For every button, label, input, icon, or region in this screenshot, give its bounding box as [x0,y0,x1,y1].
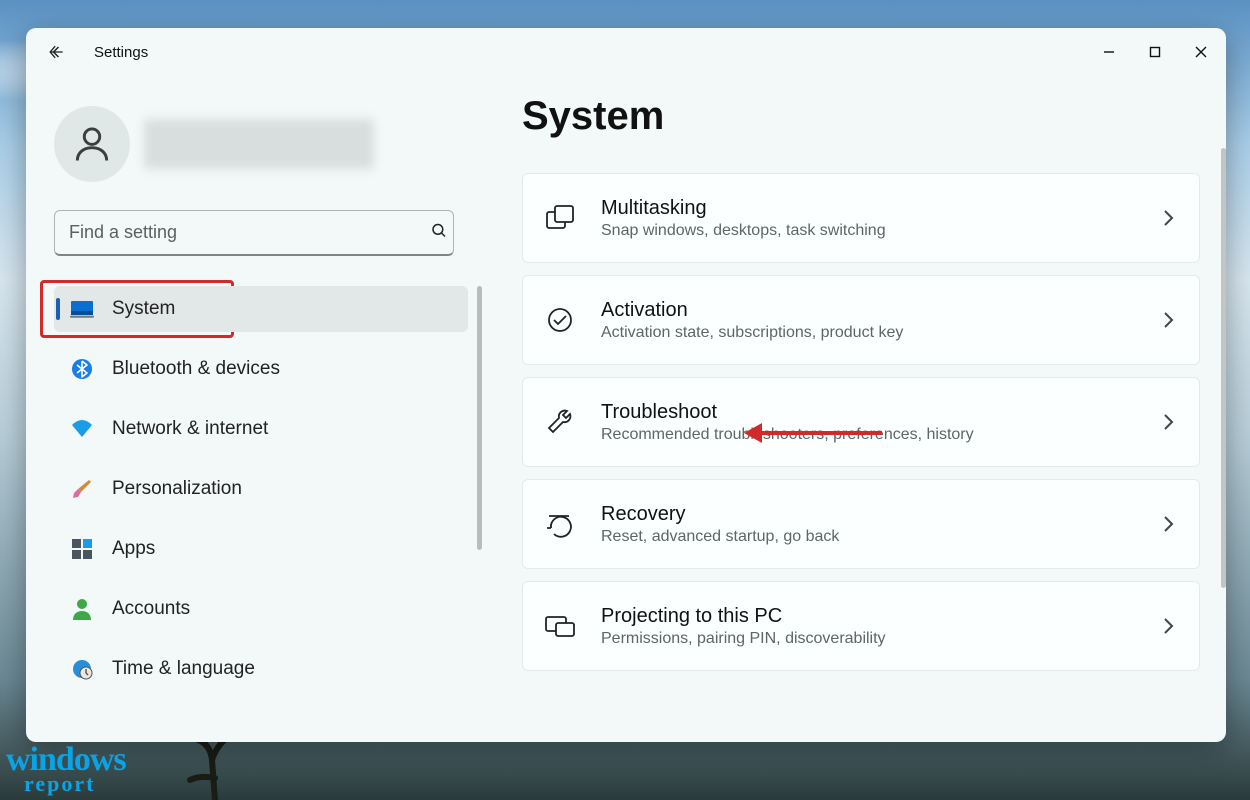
nav-label: Accounts [112,598,190,620]
display-icon [70,297,94,321]
chevron-right-icon [1157,513,1179,535]
nav-item-personalization[interactable]: Personalization [54,466,468,512]
settings-list: Multitasking Snap windows, desktops, tas… [522,173,1204,677]
sidebar-scrollbar[interactable] [477,286,482,550]
chevron-right-icon [1157,207,1179,229]
back-button[interactable] [36,32,76,72]
card-subtitle: Recommended troubleshooters, preferences… [601,426,1133,444]
titlebar: Settings [26,28,1226,76]
card-text: Multitasking Snap windows, desktops, tas… [601,197,1133,240]
settings-window: Settings [26,28,1226,742]
setting-recovery[interactable]: Recovery Reset, advanced startup, go bac… [522,479,1200,569]
close-button[interactable] [1178,35,1224,69]
paintbrush-icon [70,477,94,501]
nav-label: Personalization [112,478,242,500]
profile-name-blurred [144,119,374,169]
nav-label: Time & language [112,658,255,680]
maximize-icon [1149,46,1161,58]
minimize-button[interactable] [1086,35,1132,69]
card-title: Recovery [601,503,1133,526]
watermark: windows report [6,746,126,794]
setting-activation[interactable]: Activation Activation state, subscriptio… [522,275,1200,365]
sidebar: System Bluetooth & devices Network & int… [26,76,486,742]
chevron-right-icon [1157,615,1179,637]
setting-multitasking[interactable]: Multitasking Snap windows, desktops, tas… [522,173,1200,263]
window-controls [1086,35,1224,69]
card-title: Activation [601,299,1133,322]
nav-list: System Bluetooth & devices Network & int… [54,286,468,692]
person-icon [70,122,114,166]
page-title: System [522,94,1204,139]
search-icon [430,222,448,245]
bluetooth-icon [70,357,94,381]
checkmark-circle-icon [543,303,577,337]
nav-item-system[interactable]: System [54,286,468,332]
maximize-button[interactable] [1132,35,1178,69]
card-subtitle: Activation state, subscriptions, product… [601,324,1133,342]
card-title: Multitasking [601,197,1133,220]
chevron-right-icon [1157,309,1179,331]
projecting-icon [543,609,577,643]
card-title: Troubleshoot [601,401,1133,424]
card-title: Projecting to this PC [601,605,1133,628]
chevron-right-icon [1157,411,1179,433]
nav-label: Bluetooth & devices [112,358,280,380]
card-subtitle: Permissions, pairing PIN, discoverabilit… [601,630,1133,648]
search-input[interactable] [54,210,454,256]
recovery-icon [543,507,577,541]
nav-item-bluetooth[interactable]: Bluetooth & devices [54,346,468,392]
app-title: Settings [94,44,148,61]
minimize-icon [1103,46,1115,58]
profile-section[interactable] [54,106,468,182]
nav-label: Apps [112,538,155,560]
nav-item-time-language[interactable]: Time & language [54,646,468,692]
card-text: Activation Activation state, subscriptio… [601,299,1133,342]
watermark-line2: report [24,775,126,794]
nav-label: Network & internet [112,418,268,440]
wifi-icon [70,417,94,441]
multitasking-icon [543,201,577,235]
card-text: Recovery Reset, advanced startup, go bac… [601,503,1133,546]
nav-label: System [112,298,175,320]
card-subtitle: Snap windows, desktops, task switching [601,222,1133,240]
apps-icon [70,537,94,561]
nav-item-network[interactable]: Network & internet [54,406,468,452]
search-wrap [54,210,468,256]
main-panel: System Multitasking Snap windows, deskto… [486,76,1226,742]
setting-projecting[interactable]: Projecting to this PC Permissions, pairi… [522,581,1200,671]
content-scrollbar[interactable] [1221,148,1226,588]
avatar [54,106,130,182]
card-subtitle: Reset, advanced startup, go back [601,528,1133,546]
clock-globe-icon [70,657,94,681]
card-text: Projecting to this PC Permissions, pairi… [601,605,1133,648]
account-icon [70,597,94,621]
card-text: Troubleshoot Recommended troubleshooters… [601,401,1133,444]
wrench-icon [543,405,577,439]
close-icon [1195,46,1207,58]
nav-item-apps[interactable]: Apps [54,526,468,572]
setting-troubleshoot[interactable]: Troubleshoot Recommended troubleshooters… [522,377,1200,467]
nav-item-accounts[interactable]: Accounts [54,586,468,632]
